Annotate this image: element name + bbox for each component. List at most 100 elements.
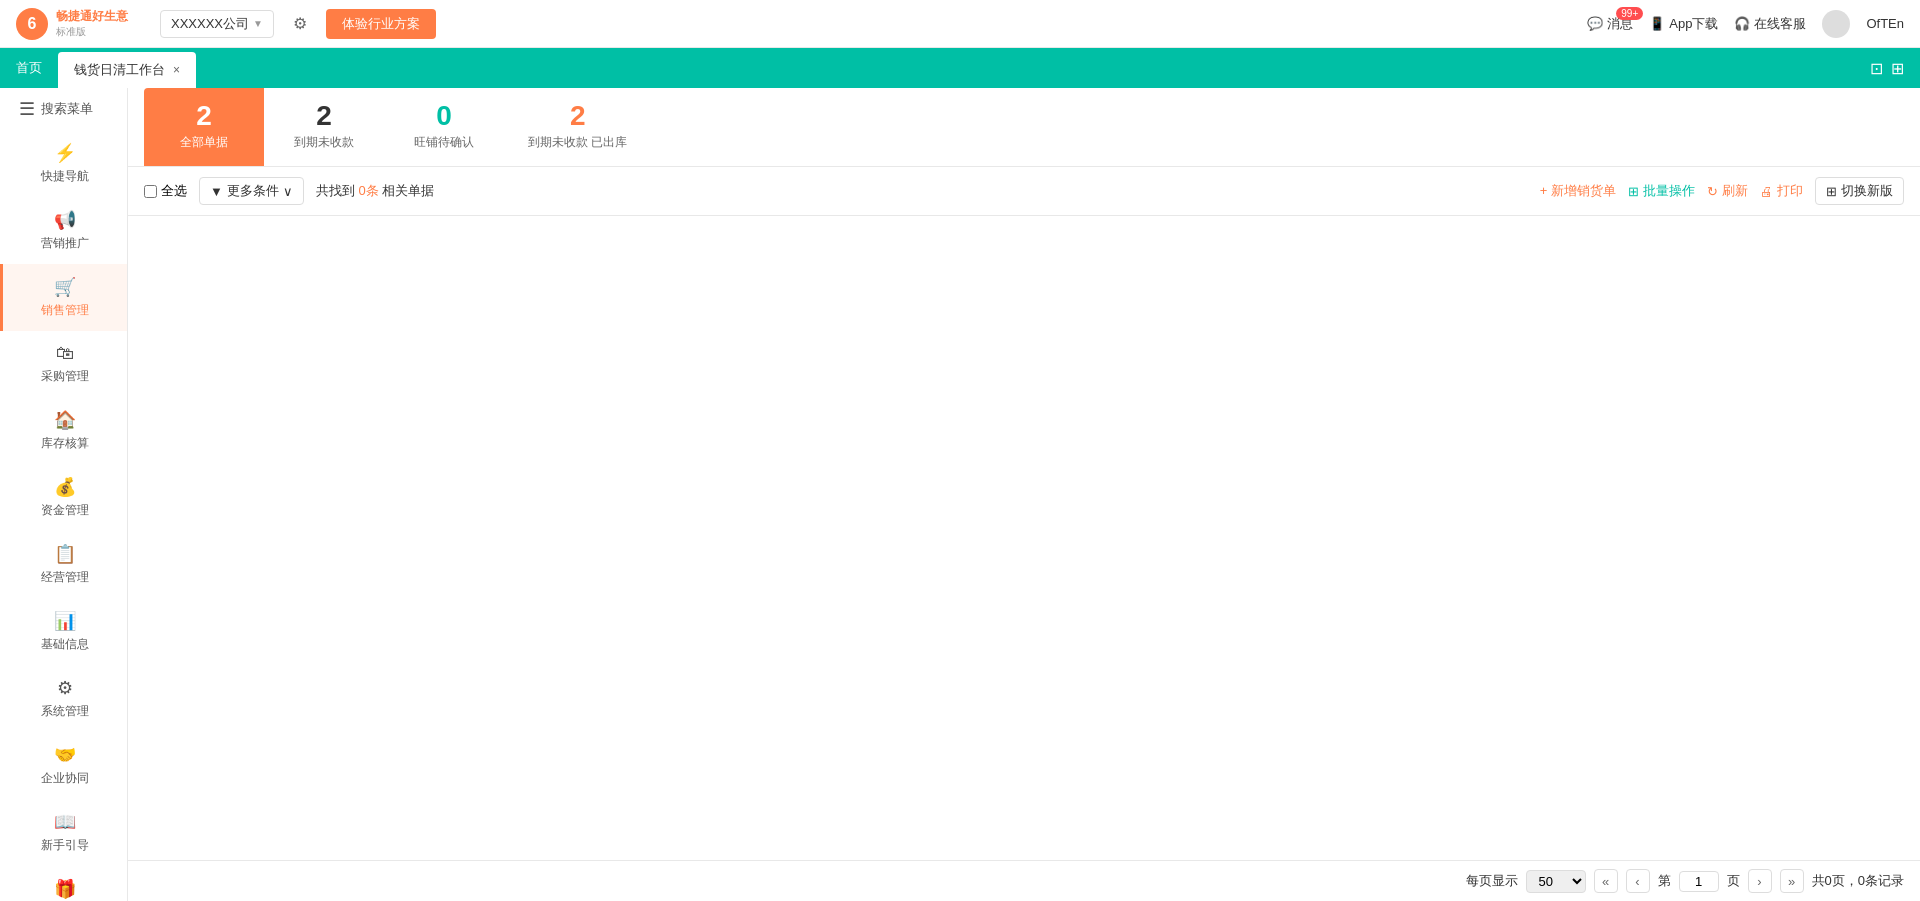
tab-bar-right: ⊡ ⊞ (1870, 59, 1920, 78)
refresh-icon: ↻ (1707, 184, 1718, 199)
stats-tabs: 2 全部单据 2 到期未收款 0 旺铺待确认 2 到期未收款 已出库 (128, 88, 1920, 167)
message-icon: 💬 (1587, 16, 1603, 31)
sales-icon: 🛒 (54, 276, 76, 298)
print-button[interactable]: 🖨 打印 (1760, 182, 1803, 200)
message-button[interactable]: 💬 消息 99+ (1587, 15, 1633, 33)
search-icon: ☰ (19, 98, 35, 120)
header-center: XXXXXX公司 ▼ ⚙ 体验行业方案 (144, 9, 1587, 39)
app-download-button[interactable]: 📱 App下载 (1649, 15, 1718, 33)
purchase-icon: 🛍 (56, 343, 74, 364)
sidebar-search-label: 搜索菜单 (41, 100, 93, 118)
page-last-btn[interactable]: » (1780, 869, 1804, 893)
sidebar-item-operations[interactable]: 📋 经营管理 (0, 531, 127, 598)
sidebar: ☰ 搜索菜单 ⚡ 快捷导航 📢 营销推广 🛒 销售管理 🛍 采购管理 🏠 库存核… (0, 88, 128, 901)
basic-info-icon: 📊 (54, 610, 76, 632)
tab-bar: 首页 钱货日清工作台 × ⊡ ⊞ (0, 48, 1920, 88)
avatar[interactable] (1822, 10, 1850, 38)
marketing-icon: 📢 (54, 209, 76, 231)
operations-icon: 📋 (54, 543, 76, 565)
per-page-select[interactable]: 50 100 200 (1526, 870, 1586, 893)
add-sale-button[interactable]: + 新增销货单 (1540, 182, 1616, 200)
found-text: 共找到 0条 相关单据 (316, 182, 434, 200)
company-select[interactable]: XXXXXX公司 ▼ (160, 10, 274, 38)
header-right: 💬 消息 99+ 📱 App下载 🎧 在线客服 OfTEn (1587, 10, 1904, 38)
logo-area: 6 畅捷通好生意 标准版 (16, 8, 144, 40)
sidebar-item-finance[interactable]: 💰 资金管理 (0, 464, 127, 531)
switch-icon: ⊞ (1826, 184, 1837, 199)
per-page-label: 每页显示 (1466, 872, 1518, 890)
tab-minimize-btn[interactable]: ⊡ (1870, 59, 1883, 78)
sidebar-enterprise-label: 企业协同 (41, 770, 89, 787)
filter-icon: ▼ (210, 184, 223, 199)
sidebar-guide-label: 新手引导 (41, 837, 89, 854)
experience-button[interactable]: 体验行业方案 (326, 9, 436, 39)
tab-expand-btn[interactable]: ⊞ (1891, 59, 1904, 78)
message-badge: 99+ (1616, 7, 1643, 20)
settings-button[interactable]: ⚙ (286, 10, 314, 38)
stat-tab-wangpu[interactable]: 0 旺铺待确认 (384, 88, 504, 166)
sidebar-item-system[interactable]: ⚙ 系统管理 (0, 665, 127, 732)
service-icon: 🎧 (1734, 16, 1750, 31)
enterprise-icon: 🤝 (54, 744, 76, 766)
page-label: 第 (1658, 872, 1671, 890)
sidebar-marketing-label: 营销推广 (41, 235, 89, 252)
stat-shipped-label: 到期未收款 已出库 (528, 134, 627, 151)
stat-all-label: 全部单据 (180, 134, 228, 151)
select-all-checkbox[interactable]: 全选 (144, 182, 187, 200)
stat-tab-all[interactable]: 2 全部单据 (144, 88, 264, 166)
pagination-bar: 每页显示 50 100 200 « ‹ 第 页 › » 共0页，0条记录 (128, 860, 1920, 901)
page-input[interactable] (1679, 871, 1719, 892)
stat-all-num: 2 (196, 100, 212, 132)
tab-home[interactable]: 首页 (0, 48, 58, 88)
stat-overdue-label: 到期未收款 (294, 134, 354, 151)
guide-icon: 📖 (54, 811, 76, 833)
sidebar-item-appstore[interactable]: 🎁 应用中心 (0, 866, 127, 901)
stat-tab-shipped[interactable]: 2 到期未收款 已出库 (504, 88, 651, 166)
quicknav-icon: ⚡ (54, 142, 76, 164)
checkbox-input[interactable] (144, 185, 157, 198)
logo-text: 畅捷通好生意 标准版 (56, 8, 128, 39)
page-suffix: 页 (1727, 872, 1740, 890)
stat-tab-overdue[interactable]: 2 到期未收款 (264, 88, 384, 166)
inventory-icon: 🏠 (54, 409, 76, 431)
toolbar: 全选 ▼ 更多条件 ∨ 共找到 0条 相关单据 + 新增销货单 ⊞ 批量操作 ↻ (128, 167, 1920, 216)
stat-shipped-num: 2 (570, 100, 586, 132)
page-first-btn[interactable]: « (1594, 869, 1618, 893)
switch-version-button[interactable]: ⊞ 切换新版 (1815, 177, 1904, 205)
page-next-btn[interactable]: › (1748, 869, 1772, 893)
sidebar-sales-label: 销售管理 (41, 302, 89, 319)
sidebar-item-search[interactable]: ☰ 搜索菜单 (0, 88, 127, 130)
stat-wangpu-num: 0 (436, 100, 452, 132)
found-count: 0条 (359, 183, 379, 198)
sidebar-item-basic-info[interactable]: 📊 基础信息 (0, 598, 127, 665)
sidebar-inventory-label: 库存核算 (41, 435, 89, 452)
tab-close-btn[interactable]: × (173, 63, 180, 77)
company-dropdown-arrow: ▼ (253, 18, 263, 29)
tab-active[interactable]: 钱货日清工作台 × (58, 52, 196, 88)
sidebar-basic-info-label: 基础信息 (41, 636, 89, 653)
refresh-button[interactable]: ↻ 刷新 (1707, 182, 1748, 200)
sidebar-item-sales[interactable]: 🛒 销售管理 (0, 264, 127, 331)
sidebar-item-quicknav[interactable]: ⚡ 快捷导航 (0, 130, 127, 197)
sidebar-item-enterprise[interactable]: 🤝 企业协同 (0, 732, 127, 799)
page-prev-btn[interactable]: ‹ (1626, 869, 1650, 893)
batch-operation-button[interactable]: ⊞ 批量操作 (1628, 182, 1695, 200)
logo-icon: 6 (16, 8, 48, 40)
appstore-icon: 🎁 (54, 878, 76, 900)
print-icon: 🖨 (1760, 184, 1773, 199)
system-icon: ⚙ (57, 677, 73, 699)
sidebar-item-purchase[interactable]: 🛍 采购管理 (0, 331, 127, 397)
sidebar-quicknav-label: 快捷导航 (41, 168, 89, 185)
sidebar-item-inventory[interactable]: 🏠 库存核算 (0, 397, 127, 464)
filter-button[interactable]: ▼ 更多条件 ∨ (199, 177, 304, 205)
main-layout: ☰ 搜索菜单 ⚡ 快捷导航 📢 营销推广 🛒 销售管理 🛍 采购管理 🏠 库存核… (0, 88, 1920, 901)
sidebar-system-label: 系统管理 (41, 703, 89, 720)
table-area (128, 216, 1920, 860)
sidebar-operations-label: 经营管理 (41, 569, 89, 586)
top-header: 6 畅捷通好生意 标准版 XXXXXX公司 ▼ ⚙ 体验行业方案 💬 消息 99… (0, 0, 1920, 48)
username[interactable]: OfTEn (1866, 16, 1904, 31)
sidebar-item-guide[interactable]: 📖 新手引导 (0, 799, 127, 866)
sidebar-purchase-label: 采购管理 (41, 368, 89, 385)
online-service-button[interactable]: 🎧 在线客服 (1734, 15, 1806, 33)
sidebar-item-marketing[interactable]: 📢 营销推广 (0, 197, 127, 264)
